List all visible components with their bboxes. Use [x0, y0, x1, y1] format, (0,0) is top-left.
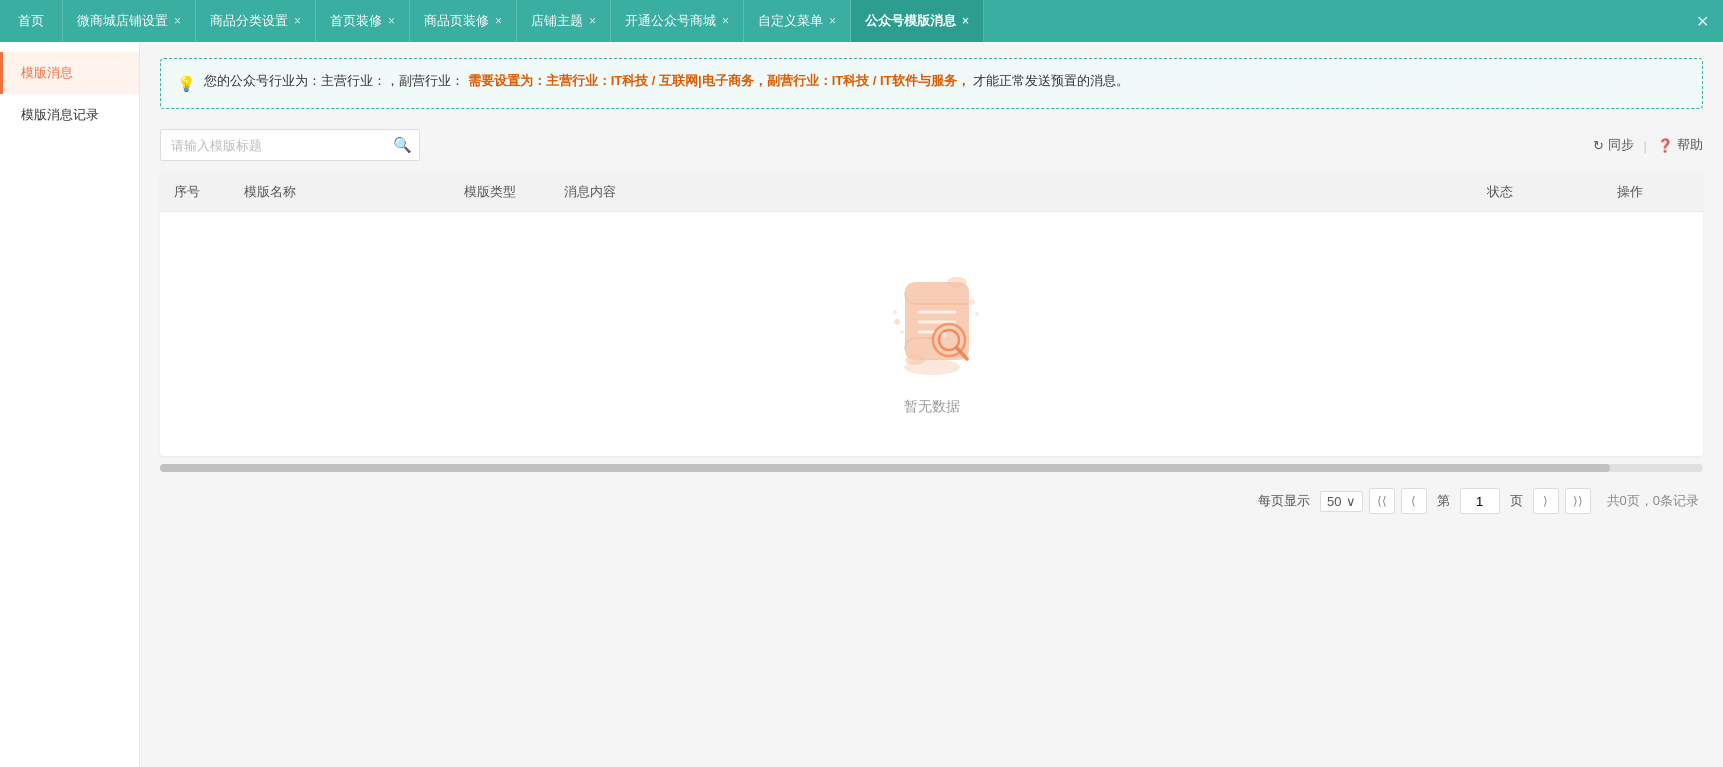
nav-tab-home-label: 首页 [18, 12, 44, 30]
notice-box: 💡 您的公众号行业为：主营行业：，副营行业： 需要设置为：主营行业：IT科技 /… [160, 58, 1703, 109]
svg-point-13 [969, 299, 975, 305]
col-action: 操作 [1603, 173, 1703, 212]
page-size-label: 每页显示 [1258, 492, 1310, 510]
svg-point-12 [900, 330, 904, 334]
col-type: 模版类型 [450, 173, 550, 212]
sidebar-item-template-message[interactable]: 模版消息 [0, 52, 139, 94]
main-layout: 模版消息 模版消息记录 💡 您的公众号行业为：主营行业：，副营行业： 需要设置为… [0, 42, 1723, 767]
toolbar-divider: | [1644, 138, 1647, 153]
notice-highlight: 需要设置为：主营行业：IT科技 / 互联网|电子商务，副营行业：IT科技 / I… [468, 73, 970, 88]
page-size-value: 50 [1327, 494, 1341, 509]
notice-text: 您的公众号行业为：主营行业：，副营行业： 需要设置为：主营行业：IT科技 / 互… [204, 71, 1129, 92]
col-status: 状态 [1473, 173, 1603, 212]
nav-tab-open-mall[interactable]: 开通公众号商城 × [611, 0, 744, 42]
notice-icon: 💡 [177, 72, 196, 96]
close-product-page[interactable]: × [495, 14, 502, 28]
nav-tab-product-category[interactable]: 商品分类设置 × [196, 0, 316, 42]
search-input[interactable] [160, 129, 420, 161]
help-label: 帮助 [1677, 136, 1703, 154]
nav-tab-product-category-label: 商品分类设置 [210, 12, 288, 30]
sidebar-item-template-message-record[interactable]: 模版消息记录 [0, 94, 139, 136]
total-label: 共0页，0条记录 [1607, 492, 1699, 510]
scrollbar-track[interactable] [160, 464, 1703, 472]
nav-tab-home[interactable]: 首页 [0, 0, 63, 42]
nav-tab-shop-theme[interactable]: 店铺主题 × [517, 0, 611, 42]
data-table: 序号 模版名称 模版类型 消息内容 状态 操作 [160, 173, 1703, 456]
sync-icon: ↻ [1593, 138, 1604, 153]
page-number-input[interactable] [1460, 488, 1500, 514]
col-content: 消息内容 [550, 173, 1473, 212]
nav-tab-template-msg[interactable]: 公众号模版消息 × [851, 0, 984, 42]
close-open-mall[interactable]: × [722, 14, 729, 28]
col-index: 序号 [160, 173, 230, 212]
search-bar: 🔍 ↻ 同步 | ❓ 帮助 [160, 129, 1703, 161]
sync-button[interactable]: ↻ 同步 [1593, 136, 1634, 154]
chevron-down-icon: ∨ [1346, 494, 1356, 509]
scrollbar-thumb[interactable] [160, 464, 1610, 472]
toolbar-right: ↻ 同步 | ❓ 帮助 [1593, 136, 1703, 154]
svg-point-11 [893, 310, 897, 314]
close-home-decor[interactable]: × [388, 14, 395, 28]
nav-tab-home-decor[interactable]: 首页装修 × [316, 0, 410, 42]
svg-point-8 [905, 355, 925, 365]
prev-page-button[interactable]: ⟨ [1401, 488, 1427, 514]
pagination: 每页显示 50 ∨ ⟨⟨ ⟨ 第 页 ⟩ ⟩⟩ 共0页，0条记录 [160, 480, 1703, 522]
empty-illustration [877, 272, 987, 382]
nav-tab-custom-menu[interactable]: 自定义菜单 × [744, 0, 851, 42]
svg-point-7 [941, 332, 947, 338]
page-label-prefix: 第 [1437, 492, 1450, 510]
close-product-category[interactable]: × [294, 14, 301, 28]
svg-point-10 [894, 319, 900, 325]
empty-state: 暂无数据 [160, 212, 1703, 456]
sidebar-item-template-message-record-label: 模版消息记录 [21, 107, 99, 122]
close-shop-settings[interactable]: × [174, 14, 181, 28]
top-nav: 首页 微商城店铺设置 × 商品分类设置 × 首页装修 × 商品页装修 × 店铺主… [0, 0, 1723, 42]
nav-tab-open-mall-label: 开通公众号商城 [625, 12, 716, 30]
table-header: 序号 模版名称 模版类型 消息内容 状态 操作 [160, 173, 1703, 212]
help-icon: ❓ [1657, 138, 1673, 153]
col-name: 模版名称 [230, 173, 450, 212]
page-label-suffix: 页 [1510, 492, 1523, 510]
next-page-button[interactable]: ⟩ [1533, 488, 1559, 514]
close-custom-menu[interactable]: × [829, 14, 836, 28]
nav-tab-home-decor-label: 首页装修 [330, 12, 382, 30]
nav-tab-template-msg-label: 公众号模版消息 [865, 12, 956, 30]
empty-text: 暂无数据 [160, 398, 1703, 416]
sync-label: 同步 [1608, 136, 1634, 154]
help-button[interactable]: ❓ 帮助 [1657, 136, 1703, 154]
nav-tab-shop-theme-label: 店铺主题 [531, 12, 583, 30]
nav-tab-product-page[interactable]: 商品页装修 × [410, 0, 517, 42]
search-icon[interactable]: 🔍 [393, 136, 412, 154]
notice-text-after: 才能正常发送预置的消息。 [973, 73, 1129, 88]
nav-tab-shop-settings[interactable]: 微商城店铺设置 × [63, 0, 196, 42]
page-size-select[interactable]: 50 ∨ [1320, 491, 1362, 512]
svg-point-9 [947, 277, 967, 287]
svg-point-14 [975, 312, 979, 316]
notice-text-before: 您的公众号行业为：主营行业：，副营行业： [204, 73, 464, 88]
search-input-wrap: 🔍 [160, 129, 420, 161]
close-shop-theme[interactable]: × [589, 14, 596, 28]
nav-tab-product-page-label: 商品页装修 [424, 12, 489, 30]
sidebar: 模版消息 模版消息记录 [0, 42, 140, 767]
first-page-button[interactable]: ⟨⟨ [1369, 488, 1395, 514]
nav-tab-custom-menu-label: 自定义菜单 [758, 12, 823, 30]
last-page-button[interactable]: ⟩⟩ [1565, 488, 1591, 514]
sidebar-item-template-message-label: 模版消息 [21, 65, 73, 80]
table-body: 暂无数据 [160, 212, 1703, 457]
close-template-msg[interactable]: × [962, 14, 969, 28]
content-area: 💡 您的公众号行业为：主营行业：，副营行业： 需要设置为：主营行业：IT科技 /… [140, 42, 1723, 767]
nav-tab-shop-settings-label: 微商城店铺设置 [77, 12, 168, 30]
close-all-button[interactable]: ✕ [1682, 12, 1723, 31]
